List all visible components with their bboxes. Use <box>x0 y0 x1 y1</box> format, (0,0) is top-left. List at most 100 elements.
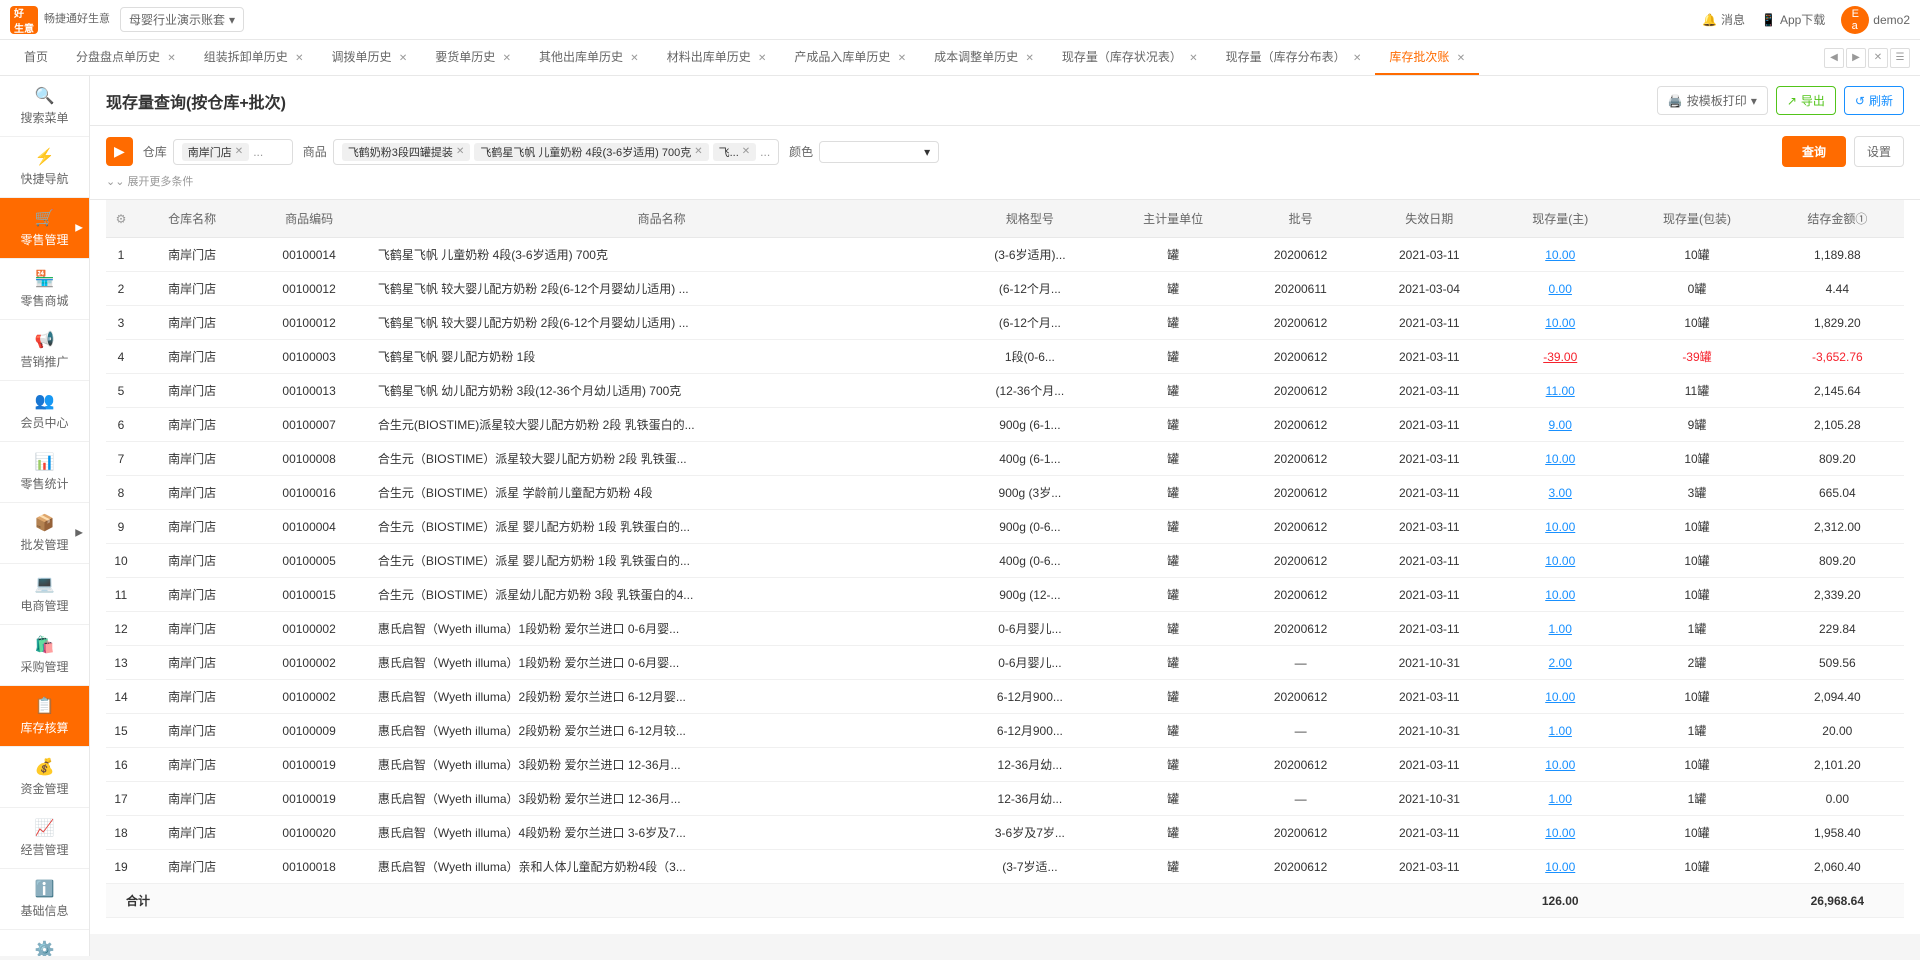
row-qty-main[interactable]: 1.00 <box>1497 612 1623 646</box>
sidebar-item-operations[interactable]: 📈 经营管理 <box>0 808 89 869</box>
tab-material-outbound[interactable]: 材料出库单历史 ✕ <box>653 40 781 75</box>
tab-order-history[interactable]: 要货单历史 ✕ <box>421 40 525 75</box>
query-button[interactable]: 查询 <box>1782 136 1846 167</box>
warehouse-filter: 仓库 南岸门店 ✕ ... <box>143 139 293 165</box>
row-qty-main[interactable]: 10.00 <box>1497 306 1623 340</box>
close-icon[interactable]: ✕ <box>758 53 766 64</box>
row-qty-main[interactable]: 10.00 <box>1497 680 1623 714</box>
messages-button[interactable]: 🔔 消息 <box>1702 11 1745 28</box>
row-qty-main[interactable]: 2.00 <box>1497 646 1623 680</box>
setting-button[interactable]: 设置 <box>1854 136 1904 167</box>
tab-assembly-history[interactable]: 组装拆卸单历史 ✕ <box>190 40 318 75</box>
tab-home[interactable]: 首页 <box>10 40 62 75</box>
close-icon[interactable]: ✕ <box>399 53 407 64</box>
tag-close-icon[interactable]: ✕ <box>742 146 750 157</box>
sidebar-item-marketing[interactable]: 📢 营销推广 <box>0 320 89 381</box>
app-download-button[interactable]: 📱 App下载 <box>1761 11 1825 28</box>
row-qty-main[interactable]: 10.00 <box>1497 748 1623 782</box>
row-qty-main[interactable]: 9.00 <box>1497 408 1623 442</box>
nav-close-all[interactable]: ✕ <box>1868 48 1888 68</box>
tab-cost-adjust[interactable]: 成本调整单历史 ✕ <box>920 40 1048 75</box>
row-unit: 罐 <box>1106 714 1239 748</box>
row-amount: -3,652.76 <box>1771 340 1904 374</box>
export-button[interactable]: ↗ 导出 <box>1776 86 1836 115</box>
row-name: 惠氏启智（Wyeth illuma）3段奶粉 爱尔兰进口 12-36月... <box>370 748 953 782</box>
row-qty-main[interactable]: 11.00 <box>1497 374 1623 408</box>
tab-batch-account[interactable]: 库存批次账 ✕ <box>1375 40 1479 75</box>
row-qty-main[interactable]: 10.00 <box>1497 238 1623 272</box>
tab-transfer-history[interactable]: 调拨单历史 ✕ <box>317 40 421 75</box>
close-icon[interactable]: ✕ <box>1457 53 1465 64</box>
sidebar-item-finance[interactable]: 💰 资金管理 <box>0 747 89 808</box>
sidebar-item-retail[interactable]: 🛒 零售管理 ▶ <box>0 198 89 259</box>
color-input[interactable]: ▾ <box>819 141 939 163</box>
row-spec: (6-12个月... <box>953 272 1106 306</box>
filter-dots-goods[interactable]: ... <box>760 145 770 159</box>
row-qty-main[interactable]: 10.00 <box>1497 544 1623 578</box>
tab-stock-dist[interactable]: 现存量（库存分布表） ✕ <box>1212 40 1376 75</box>
warehouse-tag: 南岸门店 ✕ <box>182 143 249 161</box>
row-qty-main[interactable]: 3.00 <box>1497 476 1623 510</box>
table-row: 5 南岸门店 00100013 飞鹤星飞帆 幼儿配方奶粉 3段(12-36个月幼… <box>106 374 1904 408</box>
tab-product-inbound[interactable]: 产成品入库单历史 ✕ <box>780 40 920 75</box>
top-right: 🔔 消息 📱 App下载 Ea demo2 <box>1702 6 1910 34</box>
row-qty-main[interactable]: 10.00 <box>1497 578 1623 612</box>
close-icon[interactable]: ✕ <box>1353 53 1361 64</box>
tag-close-icon[interactable]: ✕ <box>235 146 243 157</box>
row-batch: 20200612 <box>1240 544 1362 578</box>
warehouse-tags[interactable]: 南岸门店 ✕ ... <box>173 139 293 165</box>
sidebar-item-retail-stats[interactable]: 📊 零售统计 <box>0 442 89 503</box>
tab-other-outbound[interactable]: 其他出库单历史 ✕ <box>525 40 653 75</box>
goods-tags[interactable]: 飞鹤奶粉3段四罐提装 ✕ 飞鹤星飞帆 儿童奶粉 4段(3-6岁适用) 700克 … <box>333 139 779 165</box>
user-profile[interactable]: Ea demo2 <box>1841 6 1910 34</box>
color-label: 颜色 <box>789 143 813 160</box>
expand-arrow-button[interactable]: ▶ <box>106 137 133 166</box>
row-qty-main[interactable]: 1.00 <box>1497 714 1623 748</box>
print-button[interactable]: 🖨️ 按模板打印 ▾ <box>1657 86 1768 115</box>
sidebar-item-search[interactable]: 🔍 搜索菜单 <box>0 76 89 137</box>
row-batch: 20200612 <box>1240 510 1362 544</box>
row-qty-main[interactable]: -39.00 <box>1497 340 1623 374</box>
refresh-button[interactable]: ↺ 刷新 <box>1844 86 1904 115</box>
nav-prev-arrow[interactable]: ◀ <box>1824 48 1844 68</box>
nav-menu-icon[interactable]: ☰ <box>1890 48 1910 68</box>
col-spec: 规格型号 <box>953 200 1106 238</box>
tab-stock-status[interactable]: 现存量（库存状况表） ✕ <box>1048 40 1212 75</box>
settings-icon[interactable]: ⚙ <box>116 212 127 226</box>
close-icon[interactable]: ✕ <box>503 53 511 64</box>
row-qty-main[interactable]: 10.00 <box>1497 816 1623 850</box>
row-no: 15 <box>106 714 136 748</box>
sidebar-item-basics[interactable]: ℹ️ 基础信息 <box>0 869 89 930</box>
sidebar-item-quicknav[interactable]: ⚡ 快捷导航 <box>0 137 89 198</box>
close-icon[interactable]: ✕ <box>1026 53 1034 64</box>
close-icon[interactable]: ✕ <box>295 53 303 64</box>
row-qty-main[interactable]: 10.00 <box>1497 510 1623 544</box>
row-name: 飞鹤星飞帆 幼儿配方奶粉 3段(12-36个月幼儿适用) 700克 <box>370 374 953 408</box>
col-settings[interactable]: ⚙ <box>106 200 136 238</box>
close-icon[interactable]: ✕ <box>167 53 175 64</box>
sidebar-item-ecommerce[interactable]: 💻 电商管理 <box>0 564 89 625</box>
tag-close-icon[interactable]: ✕ <box>694 146 702 157</box>
nav-next-arrow[interactable]: ▶ <box>1846 48 1866 68</box>
sidebar-item-members[interactable]: 👥 会员中心 <box>0 381 89 442</box>
expand-button[interactable]: ⌄⌄ 展开更多条件 <box>106 173 1904 189</box>
close-icon[interactable]: ✕ <box>898 53 906 64</box>
row-no: 12 <box>106 612 136 646</box>
row-qty-main[interactable]: 10.00 <box>1497 442 1623 476</box>
tag-close-icon[interactable]: ✕ <box>456 146 464 157</box>
account-dropdown[interactable]: 母婴行业演示账套 ▾ <box>120 7 244 32</box>
row-qty-main[interactable]: 10.00 <box>1497 850 1623 884</box>
sidebar-item-wholesale[interactable]: 📦 批发管理 ▶ <box>0 503 89 564</box>
tab-stocktake-history[interactable]: 分盘盘点单历史 ✕ <box>62 40 190 75</box>
sidebar-item-purchase[interactable]: 🛍️ 采购管理 <box>0 625 89 686</box>
col-amount: 结存金额① <box>1771 200 1904 238</box>
row-warehouse: 南岸门店 <box>136 612 248 646</box>
sidebar-item-inventory[interactable]: 📋 库存核算 <box>0 686 89 747</box>
row-qty-main[interactable]: 1.00 <box>1497 782 1623 816</box>
row-qty-main[interactable]: 0.00 <box>1497 272 1623 306</box>
sidebar-item-system[interactable]: ⚙️ 系统管理 <box>0 930 89 956</box>
sidebar-item-shop[interactable]: 🏪 零售商城 <box>0 259 89 320</box>
filter-dots[interactable]: ... <box>253 145 263 159</box>
close-icon[interactable]: ✕ <box>1189 53 1197 64</box>
close-icon[interactable]: ✕ <box>630 53 638 64</box>
